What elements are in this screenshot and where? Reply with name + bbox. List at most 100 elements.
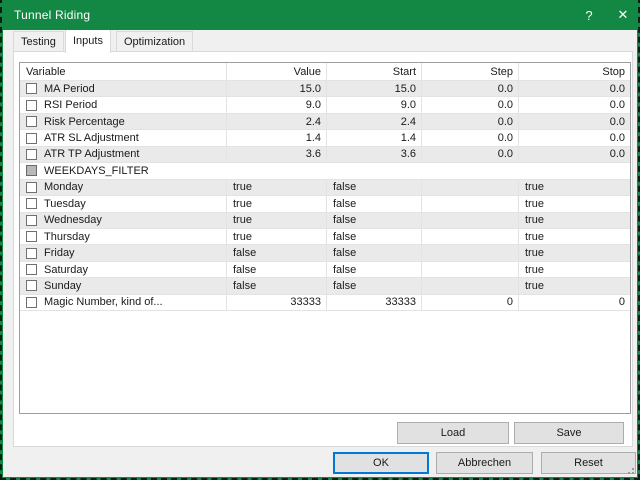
row-checkbox[interactable] [26,198,37,210]
value-cell[interactable]: false [327,196,422,212]
value-cell[interactable]: 3.6 [227,146,327,163]
row-checkbox[interactable] [26,264,37,276]
tab-optimization[interactable]: Optimization [116,31,194,52]
row-checkbox[interactable] [26,99,37,111]
value-cell[interactable]: 0.0 [519,81,630,96]
value-cell[interactable]: 9.0 [227,97,327,113]
title-bar[interactable]: Tunnel Riding ? ✕ [0,0,640,30]
close-icon[interactable]: ✕ [606,0,640,30]
column-header-variable[interactable]: Variable [20,63,227,80]
value-cell[interactable]: 1.4 [227,130,327,146]
table-row[interactable]: Magic Number, kind of... 33333 33333 0 0 [20,294,630,312]
value-cell[interactable] [422,245,519,261]
value-cell[interactable]: true [519,213,630,228]
reset-button[interactable]: Reset [541,452,636,474]
help-icon[interactable]: ? [572,0,606,30]
value-cell[interactable] [422,179,519,196]
save-button[interactable]: Save [514,422,624,444]
value-cell[interactable]: false [227,261,327,278]
row-checkbox[interactable] [26,181,37,193]
ok-button[interactable]: OK [333,452,429,474]
row-checkbox[interactable] [26,83,37,95]
value-cell[interactable]: 33333 [227,294,327,311]
value-cell[interactable]: true [519,180,630,195]
value-cell[interactable]: 0.0 [519,130,630,145]
value-cell[interactable]: false [227,278,327,294]
table-row[interactable]: Friday false false true [20,245,630,262]
table-row[interactable]: Wednesday true false true [20,212,630,229]
tab-inputs[interactable]: Inputs [65,29,111,53]
table-row[interactable]: WEEKDAYS_FILTER [20,163,630,180]
value-cell[interactable]: false [227,245,327,261]
tab-testing[interactable]: Testing [13,31,64,52]
inputs-table-body: MA Period 15.0 15.0 0.0 0.0 RSI Period 9.0 9.0 0… [20,81,630,312]
row-checkbox[interactable] [26,231,37,243]
value-cell[interactable]: 0.0 [519,97,630,112]
value-cell[interactable]: true [227,179,327,196]
table-row[interactable]: Thursday true false true [20,228,630,246]
value-cell[interactable]: 0.0 [422,113,519,130]
table-row[interactable]: ATR SL Adjustment 1.4 1.4 0.0 0.0 [20,130,630,147]
table-row[interactable]: ATR TP Adjustment 3.6 3.6 0.0 0.0 [20,146,630,164]
column-header-step[interactable]: Step [422,63,519,80]
value-cell[interactable]: true [227,196,327,212]
value-cell[interactable]: true [519,229,630,244]
value-cell[interactable] [422,261,519,278]
column-header-value[interactable]: Value [227,63,327,80]
row-checkbox[interactable] [26,148,37,160]
value-cell[interactable]: 0.0 [519,147,630,162]
value-cell[interactable]: false [327,245,422,261]
value-cell[interactable] [422,278,519,294]
value-cell[interactable]: 0 [422,294,519,311]
value-cell[interactable]: false [327,228,422,245]
value-cell[interactable]: 3.6 [327,146,422,163]
value-cell[interactable]: 0.0 [422,146,519,163]
value-cell[interactable] [422,228,519,245]
value-cell[interactable]: 0.0 [422,130,519,146]
table-row[interactable]: Saturday false false true [20,261,630,279]
table-row[interactable]: Risk Percentage 2.4 2.4 0.0 0.0 [20,113,630,131]
load-button[interactable]: Load [397,422,509,444]
row-checkbox[interactable] [26,132,37,144]
table-row[interactable]: Tuesday true false true [20,196,630,213]
value-cell[interactable]: true [519,196,630,211]
value-cell[interactable]: true [227,212,327,228]
row-checkbox[interactable] [26,214,37,226]
value-cell[interactable]: true [519,245,630,260]
table-row[interactable]: RSI Period 9.0 9.0 0.0 0.0 [20,97,630,114]
table-row[interactable]: Sunday false false true [20,278,630,295]
cancel-button[interactable]: Abbrechen [436,452,533,474]
value-cell[interactable]: 2.4 [227,113,327,130]
column-header-start[interactable]: Start [327,63,422,80]
value-cell[interactable]: false [327,278,422,294]
value-cell[interactable]: false [327,179,422,196]
value-cell[interactable]: false [327,261,422,278]
value-cell[interactable] [422,196,519,212]
row-checkbox[interactable] [26,116,37,128]
value-cell[interactable]: 15.0 [227,81,327,97]
value-cell[interactable]: 1.4 [327,130,422,146]
row-checkbox[interactable] [26,165,37,177]
value-cell[interactable]: true [519,278,630,293]
value-cell[interactable]: 33333 [327,294,422,311]
value-cell[interactable]: 0.0 [519,114,630,129]
row-checkbox[interactable] [26,280,37,292]
value-cell[interactable]: 2.4 [327,113,422,130]
row-checkbox[interactable] [26,296,37,308]
resize-grip[interactable] [623,463,635,475]
value-cell[interactable]: true [227,228,327,245]
value-cell[interactable]: true [519,262,630,277]
table-row[interactable]: Monday true false true [20,179,630,197]
value-cell[interactable]: 9.0 [327,97,422,113]
value-cell[interactable] [422,212,519,228]
value-cell[interactable]: 0 [519,295,630,310]
row-checkbox[interactable] [26,247,37,259]
value-cell[interactable]: 15.0 [327,81,422,97]
variable-cell: Tuesday [20,196,227,212]
value-cell[interactable]: 0.0 [422,81,519,97]
value-cell[interactable]: false [327,212,422,228]
table-row[interactable]: MA Period 15.0 15.0 0.0 0.0 [20,81,630,98]
variable-cell: Saturday [20,261,227,278]
value-cell[interactable]: 0.0 [422,97,519,113]
column-header-stop[interactable]: Stop [519,63,630,80]
